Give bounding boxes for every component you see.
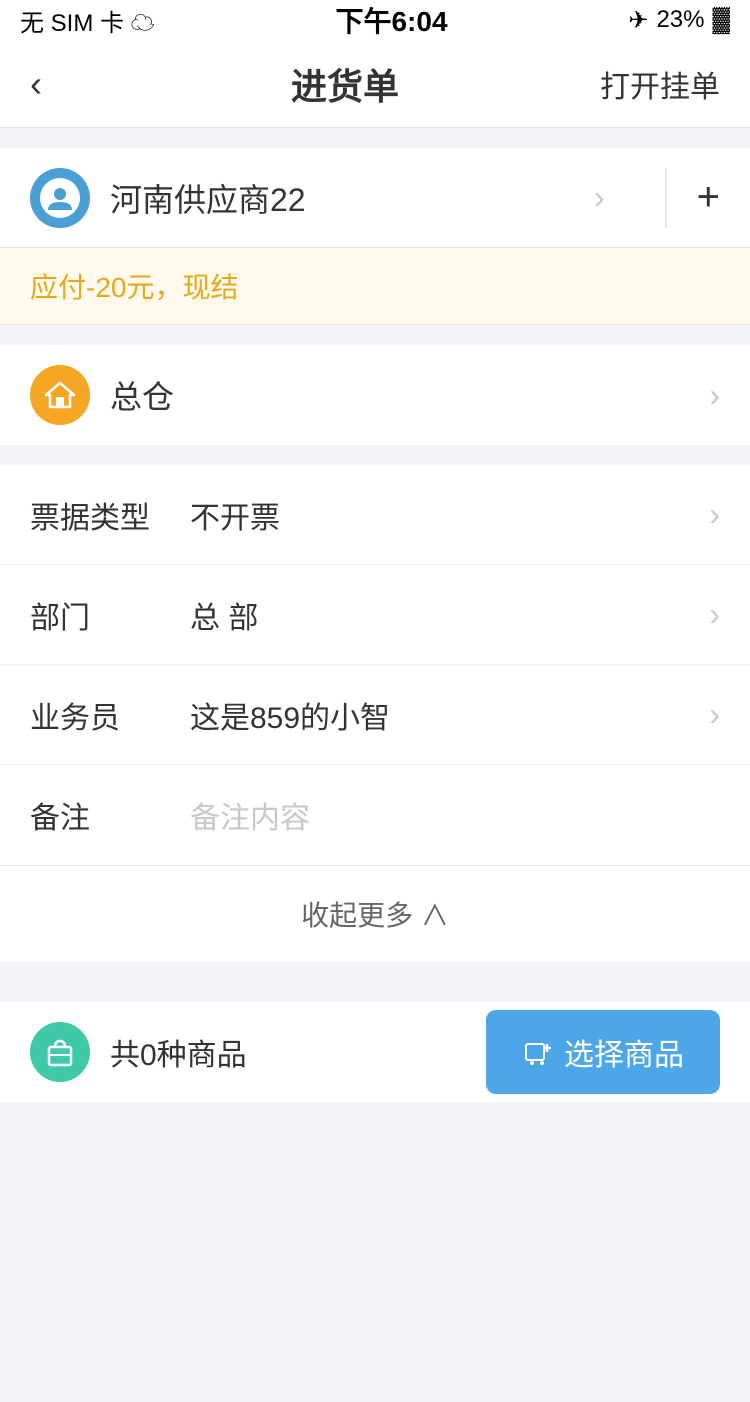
- supplier-chevron-icon: ›: [594, 179, 605, 216]
- collapse-button[interactable]: 收起更多 ∧: [0, 865, 750, 962]
- status-left: 无 SIM 卡 ☁: [20, 3, 155, 38]
- product-count-label: 共0种商品: [110, 1030, 486, 1074]
- supplier-name: 河南供应商22: [110, 175, 594, 221]
- form-section: 票据类型 不开票 › 部门 总 部 › 业务员 这是859的小智 › 备注 备注…: [0, 465, 750, 865]
- ticket-type-value: 不开票: [190, 493, 709, 537]
- select-product-button[interactable]: 选择商品: [486, 1010, 720, 1094]
- page-title: 进货单: [291, 58, 399, 110]
- gap-3: [0, 962, 750, 982]
- select-product-label: 选择商品: [564, 1030, 684, 1074]
- salesperson-label: 业务员: [30, 693, 170, 737]
- battery-bar: ▓: [713, 6, 731, 34]
- page-rest: [0, 1102, 750, 1402]
- salesperson-value: 这是859的小智: [190, 693, 709, 737]
- supplier-divider: [665, 168, 667, 228]
- nav-bar: ‹ 进货单 打开挂单: [0, 40, 750, 128]
- warehouse-icon: [30, 365, 90, 425]
- cart-icon: [522, 1036, 554, 1068]
- ticket-type-row[interactable]: 票据类型 不开票 ›: [0, 465, 750, 565]
- remark-input[interactable]: 备注内容: [190, 793, 720, 837]
- remark-label: 备注: [30, 793, 170, 837]
- open-pending-button[interactable]: 打开挂单: [600, 62, 720, 106]
- department-value: 总 部: [190, 593, 709, 637]
- sim-status: 无 SIM 卡 ☁: [20, 3, 155, 38]
- salesperson-chevron-icon: ›: [709, 696, 720, 733]
- status-time: 下午6:04: [335, 0, 447, 40]
- department-chevron-icon: ›: [709, 596, 720, 633]
- add-supplier-button[interactable]: +: [697, 175, 720, 220]
- back-button[interactable]: ‹: [30, 63, 90, 105]
- warehouse-name: 总仓: [110, 372, 709, 418]
- battery-level: 23%: [656, 6, 704, 34]
- supplier-avatar: [30, 168, 90, 228]
- battery-icon: ✈: [628, 6, 648, 35]
- salesperson-row[interactable]: 业务员 这是859的小智 ›: [0, 665, 750, 765]
- bottom-bar: 共0种商品 选择商品: [0, 1002, 750, 1102]
- house-icon: [44, 379, 76, 411]
- person-icon: [46, 184, 74, 212]
- status-bar: 无 SIM 卡 ☁ 下午6:04 ✈ 23% ▓: [0, 0, 750, 40]
- supplier-row[interactable]: 河南供应商22 › +: [0, 148, 750, 248]
- notice-banner: 应付-20元，现结: [0, 248, 750, 325]
- department-row[interactable]: 部门 总 部 ›: [0, 565, 750, 665]
- ticket-type-label: 票据类型: [30, 493, 170, 537]
- warehouse-row[interactable]: 总仓 ›: [0, 345, 750, 445]
- avatar-inner: [40, 178, 80, 218]
- gap-2: [0, 325, 750, 345]
- warehouse-chevron-icon: ›: [709, 377, 720, 414]
- status-right: ✈ 23% ▓: [628, 6, 730, 35]
- bag-icon: [43, 1035, 77, 1069]
- remark-row[interactable]: 备注 备注内容: [0, 765, 750, 865]
- ticket-type-chevron-icon: ›: [709, 496, 720, 533]
- department-label: 部门: [30, 593, 170, 637]
- gap-1: [0, 128, 750, 148]
- product-icon: [30, 1022, 90, 1082]
